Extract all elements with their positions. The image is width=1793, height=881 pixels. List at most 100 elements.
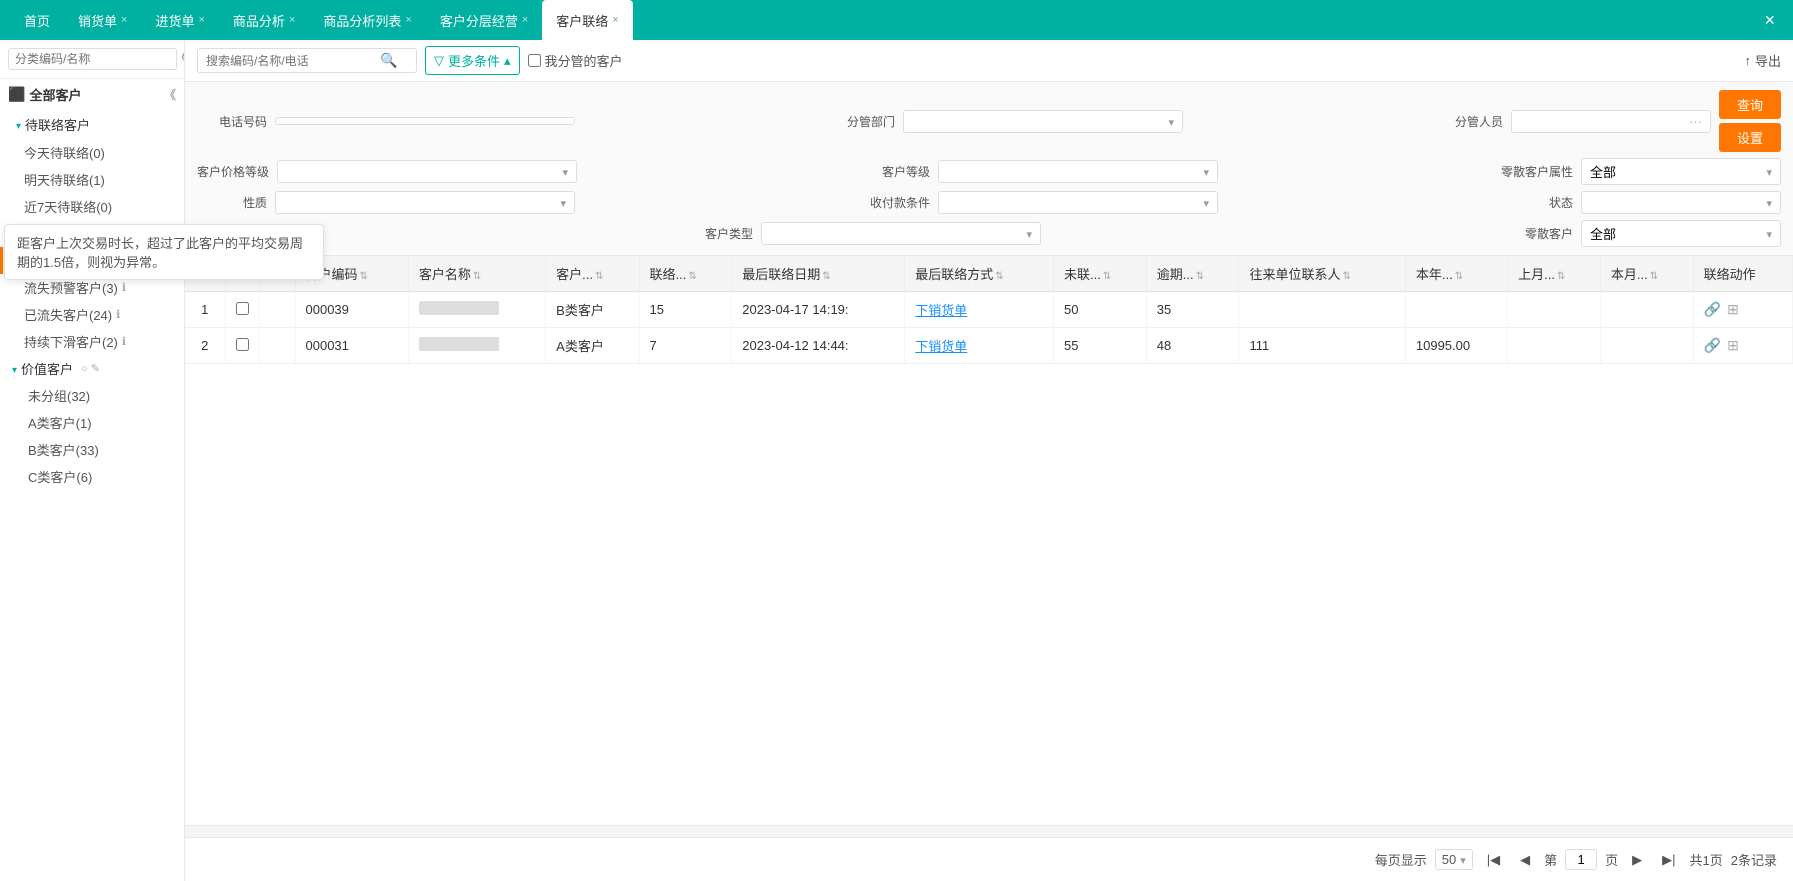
customer-type-select[interactable] (761, 222, 1041, 245)
more-filter-button[interactable]: ▽ 更多条件 ▴ (425, 46, 520, 75)
row2-last-month (1508, 328, 1601, 364)
sidebar-item-unclassified[interactable]: 未分组(32) (0, 382, 184, 409)
search-input-container: 🔍 (197, 48, 417, 73)
my-customers-checkbox-label[interactable]: 我分管的客户 (528, 51, 623, 70)
sidebar-all-customers-label: 全部客户 (29, 85, 81, 104)
my-customers-checkbox[interactable] (528, 54, 541, 67)
query-button[interactable]: 查询 (1719, 90, 1781, 119)
nature-label: 性质 (197, 194, 267, 211)
first-page-button[interactable]: |◀ (1481, 850, 1506, 870)
sort-method-icon[interactable] (993, 267, 1003, 282)
row2-checkbox[interactable] (236, 338, 249, 351)
sidebar-all-customers[interactable]: ⬛ 全部客户 《 (0, 79, 184, 110)
lost-warning-info-icon[interactable]: ℹ (122, 281, 126, 294)
sidebar-item-tomorrow[interactable]: 明天待联络(1) (0, 166, 184, 193)
sidebar-item-7days[interactable]: 近7天待联络(0) (0, 193, 184, 220)
per-page-select[interactable]: 50 (1435, 849, 1473, 870)
sidebar-item-already-lost[interactable]: 已流失客户(24) ℹ (0, 301, 184, 328)
nature-select[interactable] (275, 191, 575, 214)
sort-name-icon[interactable] (471, 267, 481, 282)
sort-unit-icon[interactable] (1341, 267, 1351, 282)
window-close-button[interactable]: × (1756, 10, 1783, 31)
sort-code-icon[interactable] (358, 267, 368, 282)
settings-button[interactable]: 设置 (1719, 123, 1781, 152)
row2-unit-contact: 111 (1239, 328, 1405, 364)
row2-name (408, 328, 545, 364)
search-input[interactable] (206, 54, 376, 68)
sort-cat-icon[interactable] (593, 267, 603, 282)
sidebar-item-today[interactable]: 今天待联络(0) (0, 139, 184, 166)
last-page-button[interactable]: ▶| (1656, 850, 1681, 870)
nav-close-customer-stratify[interactable]: × (522, 14, 528, 26)
phone-input[interactable] (275, 117, 575, 125)
next-page-button[interactable]: ▶ (1626, 850, 1648, 870)
page-label: 第 (1544, 850, 1557, 869)
th-last-contact-method: 最后联络方式 (905, 256, 1054, 292)
row2-method-link[interactable]: 下销货单 (915, 339, 967, 354)
nav-close-sales[interactable]: × (121, 14, 127, 26)
th-last-month: 上月... (1508, 256, 1601, 292)
already-lost-info-icon[interactable]: ℹ (116, 308, 120, 321)
row1-method-link[interactable]: 下销货单 (915, 303, 967, 318)
sidebar-value-customers-group[interactable]: 价值客户 ○ ✎ (0, 355, 184, 382)
nav-item-customer-contact[interactable]: 客户联络 × (542, 0, 632, 40)
payment-select[interactable] (938, 191, 1218, 214)
row1-category: B类客户 (546, 292, 639, 328)
sidebar-search-input[interactable] (8, 48, 177, 70)
retail-customer-chevron-icon (1766, 226, 1772, 241)
sidebar-item-class-a[interactable]: A类客户(1) (0, 409, 184, 436)
row1-link-icon[interactable]: 🔗 (1704, 301, 1721, 318)
sidebar-item-class-c[interactable]: C类客户(6) (0, 463, 184, 490)
sort-date-icon[interactable] (820, 267, 830, 282)
export-button[interactable]: ↑ 导出 (1744, 51, 1781, 70)
row2-not-contact: 55 (1053, 328, 1146, 364)
price-grade-chevron-icon (562, 164, 568, 179)
sidebar-already-lost-label: 已流失客户(24) (24, 305, 112, 324)
nav-close-purchase[interactable]: × (198, 14, 204, 26)
sidebar-collapse-icon[interactable]: 《 (164, 86, 176, 103)
retail-attr-select[interactable]: 全部 (1581, 158, 1781, 185)
nav-item-customer-stratify[interactable]: 客户分层经营 × (426, 0, 542, 40)
sort-lm-icon[interactable] (1555, 267, 1565, 282)
row2-link-icon[interactable]: 🔗 (1704, 337, 1721, 354)
nav-item-product-analysis[interactable]: 商品分析 × (219, 0, 309, 40)
customer-grade-select[interactable] (938, 160, 1218, 183)
row1-more-icon[interactable]: ⊞ (1727, 301, 1739, 318)
sidebar-item-continuous-down[interactable]: 持续下滑客户(2) ℹ (0, 328, 184, 355)
sort-year-icon[interactable] (1453, 267, 1463, 282)
manager-more-icon[interactable]: ··· (1689, 114, 1702, 129)
per-page-chevron-icon (1460, 852, 1466, 867)
continuous-down-info-icon[interactable]: ℹ (122, 335, 126, 348)
nav-close-customer-contact[interactable]: × (612, 14, 618, 26)
nav-close-product-analysis[interactable]: × (289, 14, 295, 26)
row2-more-icon[interactable]: ⊞ (1727, 337, 1739, 354)
search-icon[interactable]: 🔍 (380, 52, 397, 69)
sort-contact-icon[interactable] (686, 267, 696, 282)
row1-checkbox[interactable] (236, 302, 249, 315)
dept-select[interactable] (903, 110, 1183, 133)
status-select[interactable] (1581, 191, 1781, 214)
price-grade-select[interactable] (277, 160, 577, 183)
sidebar-continuous-down-label: 持续下滑客户(2) (24, 332, 118, 351)
manager-select[interactable]: ··· (1511, 110, 1711, 133)
table-row: 2 000031 A类客户 7 2023-04-12 14:44: (185, 328, 1793, 364)
sidebar-pending-contact-group[interactable]: 待联络客户 (0, 110, 184, 139)
row1-action: 🔗 ⊞ (1693, 292, 1792, 328)
sort-overdue-icon[interactable] (1194, 267, 1204, 282)
horizontal-scrollbar[interactable] (185, 825, 1793, 837)
page-number-input[interactable] (1565, 849, 1597, 870)
nav-item-product-list[interactable]: 商品分析列表 × (309, 0, 425, 40)
sort-tm-icon[interactable] (1648, 267, 1658, 282)
retail-customer-label: 零散客户 (1503, 225, 1573, 242)
sidebar-value-customers-label: 价值客户 (21, 359, 73, 378)
customer-table: ⚙ 客户编码 客户名称 客户... 联络... (185, 256, 1793, 364)
sidebar-item-class-b[interactable]: B类客户(33) (0, 436, 184, 463)
nav-close-product-list[interactable]: × (405, 14, 411, 26)
nav-item-home[interactable]: 首页 (10, 0, 64, 40)
prev-page-button[interactable]: ◀ (1514, 850, 1536, 870)
nav-item-sales[interactable]: 销货单 × (64, 0, 141, 40)
nav-item-purchase[interactable]: 进货单 × (141, 0, 218, 40)
price-grade-label: 客户价格等级 (197, 163, 269, 180)
retail-customer-select[interactable]: 全部 (1581, 220, 1781, 247)
sort-nc-icon[interactable] (1101, 267, 1111, 282)
